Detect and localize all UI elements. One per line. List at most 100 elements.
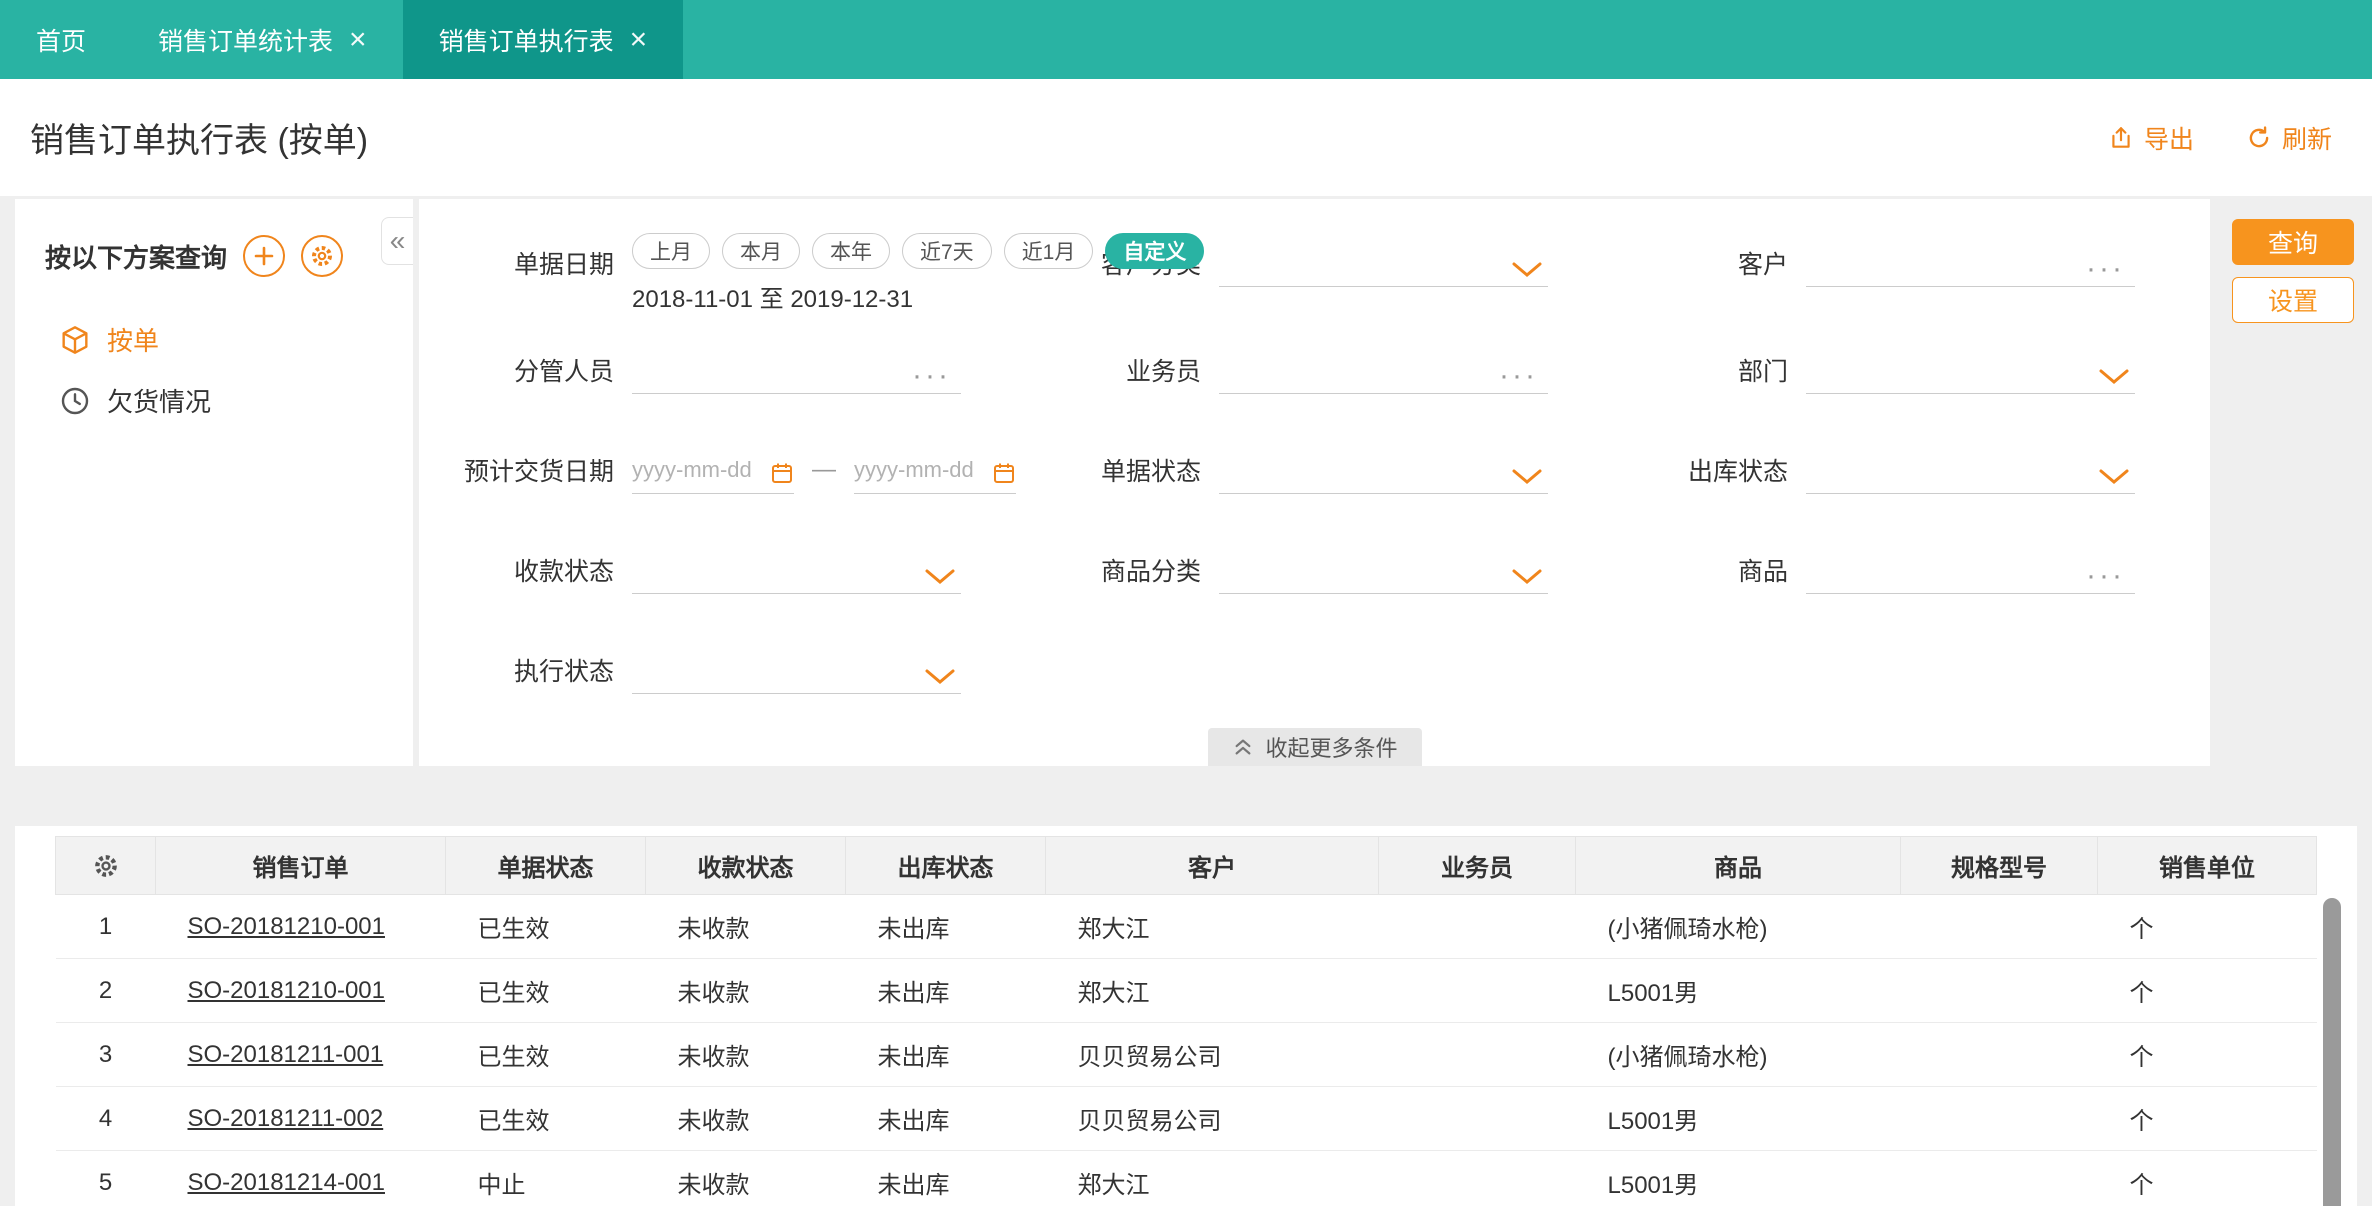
pay-status-cell: 未收款 [645, 958, 846, 1023]
double-chevron-up-icon [1235, 739, 1250, 755]
salesman-cell [1378, 894, 1576, 959]
export-icon [2112, 126, 2130, 148]
spec-cell [1900, 1086, 2098, 1151]
filter-label: 部门 [1737, 358, 1788, 386]
collapse-icon: « [389, 225, 406, 256]
filter-label: 商品分类 [1100, 558, 1201, 586]
salesman-picker[interactable]: ··· [1219, 340, 1548, 394]
table-row: 1 SO-20181210-001 已生效 未收款 未出库 郑大江 (小猪佩琦水… [55, 894, 2317, 959]
product-category-select[interactable] [1219, 540, 1548, 594]
sidebar-item-label: 按单 [107, 326, 160, 356]
pill-last-7-days[interactable]: 近7天 [902, 233, 992, 269]
column-header: 销售单位 [2097, 836, 2317, 895]
doc-date-range-value[interactable]: 2018-11-01 至 2019-12-31 [632, 279, 1204, 314]
close-icon[interactable]: × [630, 24, 648, 55]
product-cell: L5001男 [1575, 1150, 1901, 1206]
order-cell: SO-20181210-001 [155, 958, 446, 1023]
sidebar-item-by-order[interactable]: 按单 [15, 309, 413, 370]
add-scheme-button[interactable] [243, 235, 286, 277]
department-select[interactable] [1806, 340, 2135, 394]
collapse-sidebar-button[interactable]: « [381, 217, 413, 265]
scheme-settings-button[interactable] [301, 235, 344, 277]
product-picker[interactable]: ··· [1806, 540, 2135, 594]
query-button[interactable]: 查询 [2232, 219, 2354, 265]
chevron-down-icon [1512, 469, 1542, 484]
pay-status-select[interactable] [632, 540, 961, 594]
tab-sales-order-execution[interactable]: 销售订单执行表 × [402, 0, 684, 79]
refresh-button[interactable]: 刷新 [2246, 120, 2332, 156]
delivery-start-input[interactable]: yyyy-mm-dd [632, 440, 794, 494]
ellipsis-icon: ··· [1499, 359, 1538, 392]
order-link[interactable]: SO-20181210-001 [188, 977, 385, 1004]
package-icon [62, 325, 88, 354]
filter-department: 部门 [1603, 340, 2190, 394]
pill-custom-range[interactable]: 自定义 [1105, 233, 1205, 269]
tab-home[interactable]: 首页 [0, 0, 122, 79]
doc-status-cell: 已生效 [445, 894, 646, 959]
vertical-scrollbar-thumb[interactable] [2323, 898, 2341, 1206]
manager-picker[interactable]: ··· [632, 340, 961, 394]
filter-label: 商品 [1737, 558, 1788, 586]
order-link[interactable]: SO-20181211-001 [188, 1041, 384, 1068]
close-icon[interactable]: × [349, 24, 367, 55]
settings-button[interactable]: 设置 [2232, 277, 2354, 323]
filter-customer: 客户 ··· [1603, 233, 2190, 314]
filter-product-category: 商品分类 [1016, 540, 1603, 594]
doc-status-cell: 中止 [445, 1150, 646, 1206]
doc-status-select[interactable] [1219, 440, 1548, 494]
filter-label: 分管人员 [513, 358, 614, 386]
pill-last-1-month[interactable]: 近1月 [1003, 233, 1094, 269]
order-cell: SO-20181214-001 [155, 1150, 446, 1206]
date-separator: — [812, 456, 836, 483]
chevron-down-icon [1512, 569, 1542, 584]
scheme-menu: 按单 欠货情况 [15, 309, 413, 431]
customer-category-select[interactable] [1219, 233, 1548, 287]
filter-label: 出库状态 [1687, 458, 1788, 486]
order-cell: SO-20181210-001 [155, 894, 446, 959]
tab-label: 首页 [36, 27, 87, 56]
warehouse-status-select[interactable] [1806, 440, 2135, 494]
export-button[interactable]: 导出 [2108, 120, 2194, 156]
filter-label: 预计交货日期 [463, 458, 614, 486]
salesman-cell [1378, 958, 1576, 1023]
filter-product: 商品 ··· [1603, 540, 2190, 594]
pill-this-year[interactable]: 本年 [812, 233, 890, 269]
tab-label: 销售订单执行表 [438, 27, 614, 56]
customer-picker[interactable]: ··· [1806, 233, 2135, 287]
pill-this-month[interactable]: 本月 [722, 233, 800, 269]
column-header: 客户 [1045, 836, 1379, 895]
exec-status-select[interactable] [632, 640, 961, 694]
column-header: 单据状态 [445, 836, 646, 895]
salesman-cell [1378, 1150, 1576, 1206]
product-cell: L5001男 [1575, 1086, 1901, 1151]
column-header: 出库状态 [845, 836, 1046, 895]
customer-cell: 郑大江 [1045, 958, 1379, 1023]
pill-last-month[interactable]: 上月 [632, 233, 710, 269]
order-link[interactable]: SO-20181211-002 [188, 1105, 384, 1132]
query-actions: 查询 设置 [2232, 199, 2357, 766]
sidebar-item-label: 欠货情况 [107, 387, 212, 417]
tab-label: 销售订单统计表 [158, 27, 334, 56]
order-link[interactable]: SO-20181210-001 [188, 913, 385, 940]
order-link[interactable]: SO-20181214-001 [188, 1169, 385, 1196]
collapse-more-filters-button[interactable]: 收起更多条件 [1207, 728, 1422, 766]
filter-label: 客户 [1737, 251, 1788, 279]
spec-cell [1900, 958, 2098, 1023]
table-row: 2 SO-20181210-001 已生效 未收款 未出库 郑大江 L5001男… [55, 958, 2317, 1023]
column-header: 业务员 [1378, 836, 1576, 895]
out-status-cell: 未出库 [845, 958, 1046, 1023]
column-header: 商品 [1575, 836, 1901, 895]
order-cell: SO-20181211-002 [155, 1086, 446, 1151]
chevron-down-icon [2099, 369, 2129, 384]
header-actions: 导出 刷新 [2108, 120, 2332, 156]
filter-label: 单据日期 [513, 251, 614, 279]
pay-status-cell: 未收款 [645, 1022, 846, 1087]
sidebar-item-shortage[interactable]: 欠货情况 [15, 370, 413, 431]
sidebar-title: 按以下方案查询 [45, 242, 228, 273]
column-settings-button[interactable] [55, 836, 156, 895]
filter-label: 业务员 [1125, 358, 1201, 386]
table-row: 4 SO-20181211-002 已生效 未收款 未出库 贝贝贸易公司 L50… [55, 1086, 2317, 1151]
tab-sales-order-stats[interactable]: 销售订单统计表 × [122, 0, 403, 79]
delivery-end-input[interactable]: yyyy-mm-dd [854, 440, 1016, 494]
pay-status-cell: 未收款 [645, 1150, 846, 1206]
